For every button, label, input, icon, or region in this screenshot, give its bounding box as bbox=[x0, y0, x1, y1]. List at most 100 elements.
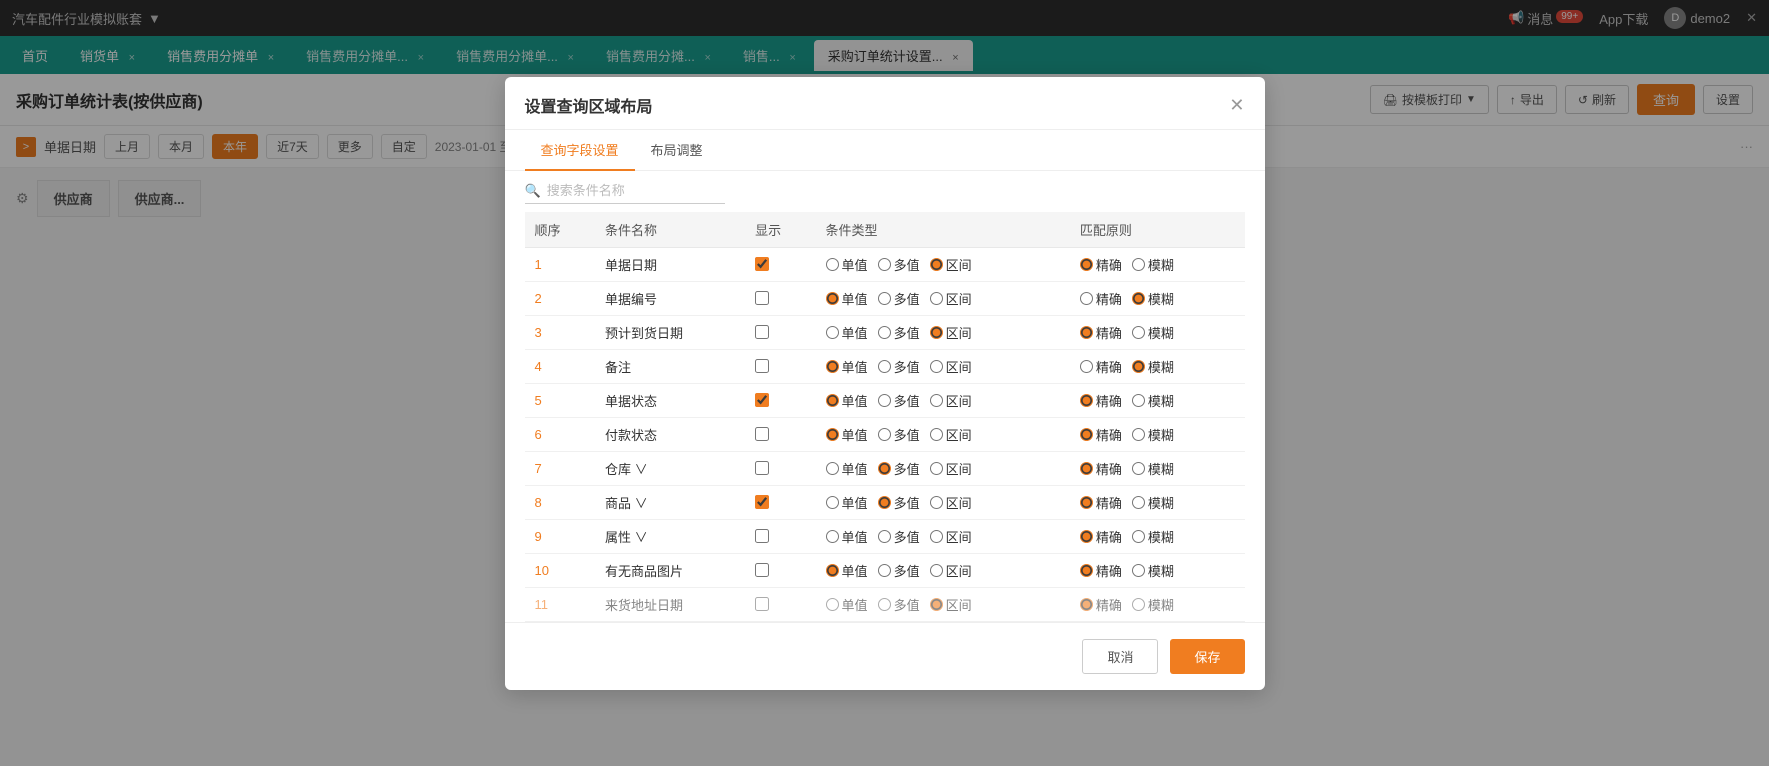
condtype-single-radio[interactable] bbox=[826, 394, 839, 407]
cell-condtype[interactable]: 单值多值区间 bbox=[816, 383, 1070, 417]
condtype-multi-radio[interactable] bbox=[878, 258, 891, 271]
condtype-range-radio[interactable] bbox=[930, 564, 943, 577]
cell-matchrule[interactable]: 精确模糊 bbox=[1070, 281, 1245, 315]
matchrule-exact-radio[interactable] bbox=[1080, 428, 1093, 441]
show-checkbox[interactable] bbox=[755, 529, 769, 543]
matchrule-exact-radio[interactable] bbox=[1080, 564, 1093, 577]
cell-show[interactable] bbox=[745, 417, 815, 451]
matchrule-exact-radio[interactable] bbox=[1080, 530, 1093, 543]
matchrule-exact-radio[interactable] bbox=[1080, 598, 1093, 611]
cell-matchrule[interactable]: 精确模糊 bbox=[1070, 315, 1245, 349]
condtype-multi-radio[interactable] bbox=[878, 496, 891, 509]
matchrule-fuzzy-radio[interactable] bbox=[1132, 360, 1145, 373]
condtype-range-radio[interactable] bbox=[930, 326, 943, 339]
save-button[interactable]: 保存 bbox=[1170, 639, 1244, 674]
condtype-range-radio[interactable] bbox=[930, 530, 943, 543]
matchrule-fuzzy-radio[interactable] bbox=[1132, 428, 1145, 441]
condtype-single-radio[interactable] bbox=[826, 360, 839, 373]
matchrule-fuzzy-radio[interactable] bbox=[1132, 530, 1145, 543]
cell-matchrule[interactable]: 精确模糊 bbox=[1070, 451, 1245, 485]
matchrule-fuzzy-radio[interactable] bbox=[1132, 598, 1145, 611]
show-checkbox[interactable] bbox=[755, 393, 769, 407]
cell-condtype[interactable]: 单值多值区间 bbox=[816, 587, 1070, 621]
show-checkbox[interactable] bbox=[755, 597, 769, 611]
condtype-range-radio[interactable] bbox=[930, 428, 943, 441]
condtype-multi-radio[interactable] bbox=[878, 394, 891, 407]
tab-layout-adjust[interactable]: 布局调整 bbox=[635, 130, 719, 171]
cell-condtype[interactable]: 单值多值区间 bbox=[816, 485, 1070, 519]
cell-matchrule[interactable]: 精确模糊 bbox=[1070, 485, 1245, 519]
cell-show[interactable] bbox=[745, 451, 815, 485]
condtype-range-radio[interactable] bbox=[930, 598, 943, 611]
matchrule-fuzzy-radio[interactable] bbox=[1132, 564, 1145, 577]
condtype-range-radio[interactable] bbox=[930, 258, 943, 271]
matchrule-exact-radio[interactable] bbox=[1080, 360, 1093, 373]
condtype-range-radio[interactable] bbox=[930, 360, 943, 373]
matchrule-exact-radio[interactable] bbox=[1080, 496, 1093, 509]
cell-condtype[interactable]: 单值多值区间 bbox=[816, 519, 1070, 553]
condtype-multi-radio[interactable] bbox=[878, 360, 891, 373]
condtype-multi-radio[interactable] bbox=[878, 428, 891, 441]
matchrule-fuzzy-radio[interactable] bbox=[1132, 462, 1145, 475]
cell-show[interactable] bbox=[745, 587, 815, 621]
matchrule-fuzzy-radio[interactable] bbox=[1132, 292, 1145, 305]
condtype-single-radio[interactable] bbox=[826, 462, 839, 475]
matchrule-exact-radio[interactable] bbox=[1080, 258, 1093, 271]
cancel-button[interactable]: 取消 bbox=[1082, 639, 1158, 674]
tab-query-fields[interactable]: 查询字段设置 bbox=[525, 130, 635, 171]
matchrule-fuzzy-radio[interactable] bbox=[1132, 394, 1145, 407]
condtype-single-radio[interactable] bbox=[826, 496, 839, 509]
cell-matchrule[interactable]: 精确模糊 bbox=[1070, 417, 1245, 451]
show-checkbox[interactable] bbox=[755, 291, 769, 305]
cell-matchrule[interactable]: 精确模糊 bbox=[1070, 383, 1245, 417]
condtype-range-radio[interactable] bbox=[930, 394, 943, 407]
cell-show[interactable] bbox=[745, 553, 815, 587]
cell-show[interactable] bbox=[745, 519, 815, 553]
condtype-single-radio[interactable] bbox=[826, 598, 839, 611]
modal-close-button[interactable]: ✕ bbox=[1229, 96, 1244, 114]
condtype-multi-radio[interactable] bbox=[878, 598, 891, 611]
condtype-multi-radio[interactable] bbox=[878, 530, 891, 543]
matchrule-fuzzy-radio[interactable] bbox=[1132, 326, 1145, 339]
cell-show[interactable] bbox=[745, 383, 815, 417]
cell-condtype[interactable]: 单值多值区间 bbox=[816, 281, 1070, 315]
cell-condtype[interactable]: 单值多值区间 bbox=[816, 247, 1070, 281]
condtype-single-radio[interactable] bbox=[826, 292, 839, 305]
condtype-multi-radio[interactable] bbox=[878, 326, 891, 339]
show-checkbox[interactable] bbox=[755, 495, 769, 509]
condtype-multi-radio[interactable] bbox=[878, 292, 891, 305]
matchrule-fuzzy-radio[interactable] bbox=[1132, 496, 1145, 509]
cell-show[interactable] bbox=[745, 485, 815, 519]
cell-condtype[interactable]: 单值多值区间 bbox=[816, 553, 1070, 587]
search-input[interactable] bbox=[547, 183, 707, 198]
condtype-range-radio[interactable] bbox=[930, 496, 943, 509]
show-checkbox[interactable] bbox=[755, 359, 769, 373]
matchrule-fuzzy-radio[interactable] bbox=[1132, 258, 1145, 271]
show-checkbox[interactable] bbox=[755, 461, 769, 475]
condtype-single-radio[interactable] bbox=[826, 428, 839, 441]
condtype-range-radio[interactable] bbox=[930, 292, 943, 305]
cell-show[interactable] bbox=[745, 315, 815, 349]
cell-condtype[interactable]: 单值多值区间 bbox=[816, 451, 1070, 485]
condtype-multi-radio[interactable] bbox=[878, 462, 891, 475]
cell-matchrule[interactable]: 精确模糊 bbox=[1070, 247, 1245, 281]
condtype-multi-radio[interactable] bbox=[878, 564, 891, 577]
cell-show[interactable] bbox=[745, 247, 815, 281]
condtype-single-radio[interactable] bbox=[826, 258, 839, 271]
cell-condtype[interactable]: 单值多值区间 bbox=[816, 315, 1070, 349]
condtype-single-radio[interactable] bbox=[826, 530, 839, 543]
show-checkbox[interactable] bbox=[755, 257, 769, 271]
cell-show[interactable] bbox=[745, 349, 815, 383]
matchrule-exact-radio[interactable] bbox=[1080, 326, 1093, 339]
matchrule-exact-radio[interactable] bbox=[1080, 462, 1093, 475]
cell-matchrule[interactable]: 精确模糊 bbox=[1070, 587, 1245, 621]
cell-condtype[interactable]: 单值多值区间 bbox=[816, 349, 1070, 383]
condtype-single-radio[interactable] bbox=[826, 326, 839, 339]
cell-matchrule[interactable]: 精确模糊 bbox=[1070, 349, 1245, 383]
matchrule-exact-radio[interactable] bbox=[1080, 394, 1093, 407]
condtype-single-radio[interactable] bbox=[826, 564, 839, 577]
cell-condtype[interactable]: 单值多值区间 bbox=[816, 417, 1070, 451]
cell-matchrule[interactable]: 精确模糊 bbox=[1070, 519, 1245, 553]
show-checkbox[interactable] bbox=[755, 427, 769, 441]
condtype-range-radio[interactable] bbox=[930, 462, 943, 475]
